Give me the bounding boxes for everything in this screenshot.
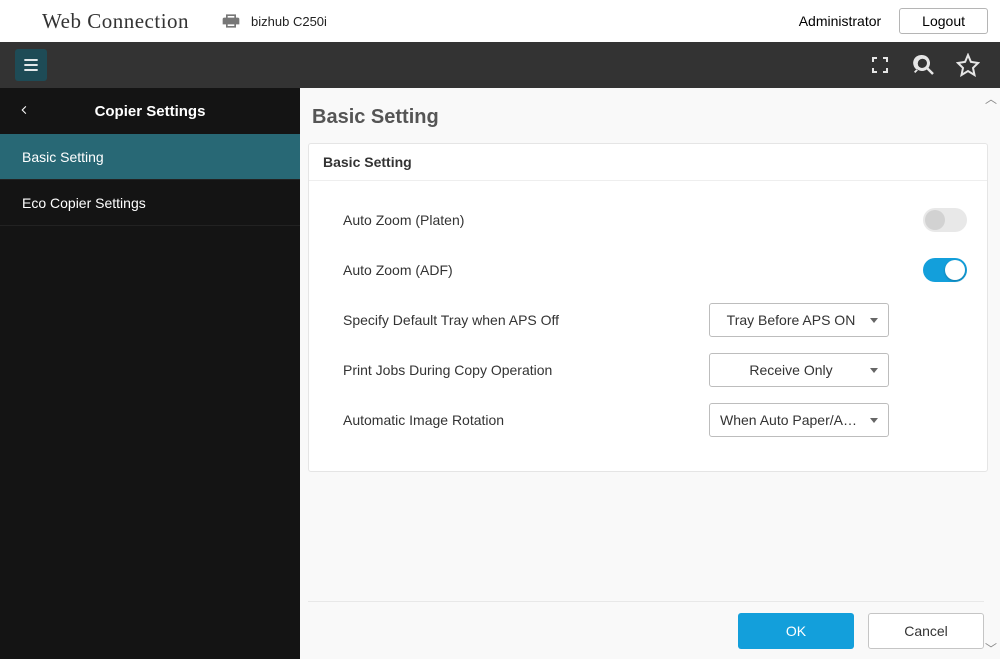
device-block: bizhub C250i (219, 11, 327, 31)
sidebar-item-basic-setting[interactable]: Basic Setting (0, 134, 300, 180)
device-name: bizhub C250i (251, 14, 327, 29)
select-auto-rotation[interactable]: When Auto Paper/Au… (709, 403, 889, 437)
scroll-down-arrow: ﹀ (985, 640, 997, 657)
select-value: Tray Before APS ON (720, 312, 862, 328)
app-title: Web Connection (42, 9, 189, 34)
setting-label: Print Jobs During Copy Operation (343, 362, 643, 378)
star-icon[interactable] (946, 42, 990, 88)
main-area: Basic Setting Basic Setting Auto Zoom (P… (300, 88, 1000, 659)
setting-label: Automatic Image Rotation (343, 412, 643, 428)
select-default-tray[interactable]: Tray Before APS ON (709, 303, 889, 337)
select-value: Receive Only (720, 362, 862, 378)
setting-row-print-jobs: Print Jobs During Copy Operation Receive… (343, 345, 969, 395)
chevron-down-icon (870, 418, 878, 423)
setting-row-auto-rotation: Automatic Image Rotation When Auto Paper… (343, 395, 969, 445)
select-print-jobs[interactable]: Receive Only (709, 353, 889, 387)
printer-icon (219, 11, 243, 31)
top-header: Web Connection bizhub C250i Administrato… (0, 0, 1000, 42)
setting-row-auto-zoom-adf: Auto Zoom (ADF) (343, 245, 969, 295)
select-value: When Auto Paper/Au… (720, 412, 862, 428)
footer-actions: OK Cancel (308, 601, 984, 659)
cancel-button[interactable]: Cancel (868, 613, 984, 649)
chevron-down-icon (870, 318, 878, 323)
sidebar-item-label: Eco Copier Settings (22, 195, 146, 211)
scroll-up-arrow: ︿ (985, 90, 997, 107)
sidebar-title-row: Copier Settings (0, 88, 300, 134)
scan-icon[interactable] (858, 42, 902, 88)
setting-row-auto-zoom-platen: Auto Zoom (Platen) (343, 195, 969, 245)
toolbar (0, 42, 1000, 88)
chevron-down-icon (870, 368, 878, 373)
sidebar: Copier Settings Basic Setting Eco Copier… (0, 88, 300, 659)
role-label: Administrator (799, 13, 881, 29)
ok-button[interactable]: OK (738, 613, 854, 649)
page-title: Basic Setting (308, 88, 988, 143)
sidebar-title: Copier Settings (95, 103, 206, 120)
scrollbar-hint: ︿ ﹀ (984, 90, 998, 657)
logout-button[interactable]: Logout (899, 8, 988, 34)
setting-label: Auto Zoom (ADF) (343, 262, 643, 278)
setting-label: Auto Zoom (Platen) (343, 212, 643, 228)
back-icon[interactable] (18, 103, 30, 119)
settings-panel: Basic Setting Auto Zoom (Platen) Auto Zo… (308, 143, 988, 472)
toggle-auto-zoom-platen[interactable] (923, 208, 967, 232)
setting-label: Specify Default Tray when APS Off (343, 312, 643, 328)
search-icon[interactable] (902, 42, 946, 88)
toggle-auto-zoom-adf[interactable] (923, 258, 967, 282)
setting-row-default-tray: Specify Default Tray when APS Off Tray B… (343, 295, 969, 345)
sidebar-item-label: Basic Setting (22, 149, 104, 165)
menu-button[interactable] (15, 49, 47, 81)
sidebar-item-eco-copier[interactable]: Eco Copier Settings (0, 180, 300, 226)
panel-header: Basic Setting (309, 144, 987, 181)
